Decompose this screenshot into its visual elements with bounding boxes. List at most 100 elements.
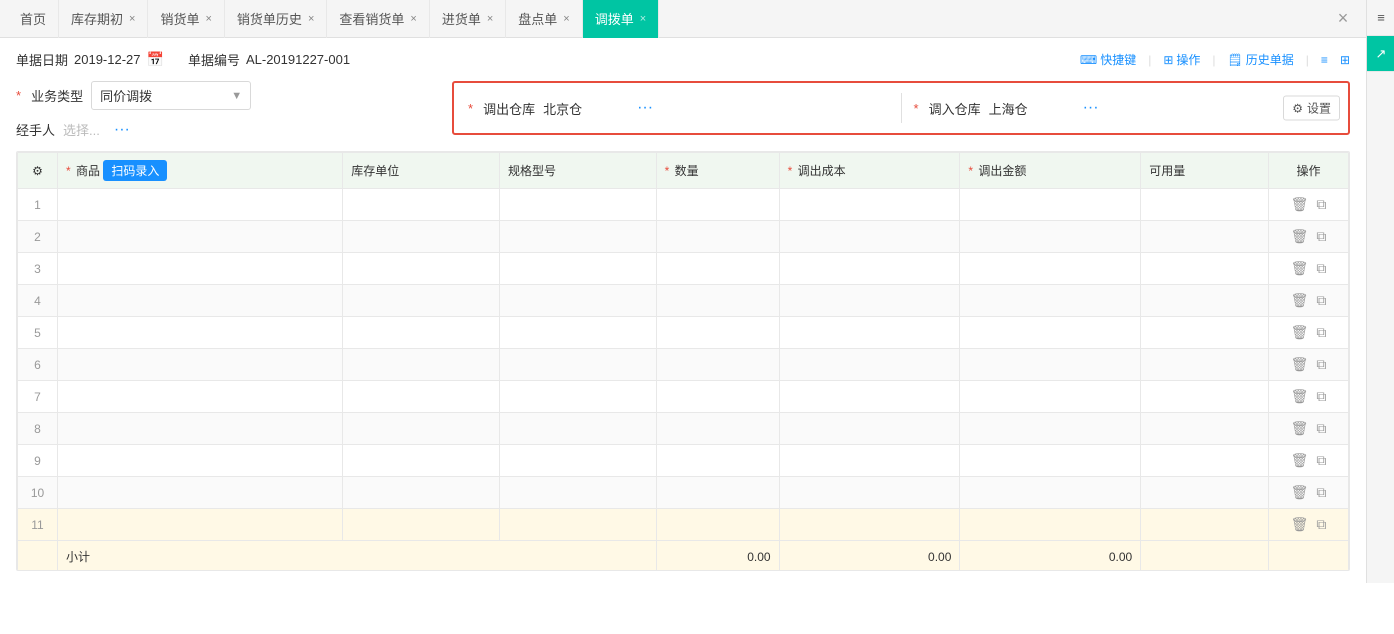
goods-cell-3[interactable] <box>58 253 343 285</box>
col-gear[interactable]: ⚙ <box>18 153 58 189</box>
goods-cell-10[interactable] <box>58 477 343 509</box>
person-placeholder[interactable]: 选择... <box>63 120 100 139</box>
cost-cell-10[interactable] <box>779 477 960 509</box>
tab-transfer[interactable]: 调拨单 × <box>583 0 659 38</box>
delete-btn-5[interactable]: 🗑 <box>1289 322 1311 343</box>
goods-cell-9[interactable] <box>58 445 343 477</box>
settings-button[interactable]: ⚙ 设置 <box>1283 96 1340 121</box>
unit-cell-1[interactable] <box>343 189 500 221</box>
side-panel-list-btn[interactable]: ≡ <box>1367 0 1394 36</box>
copy-btn-3[interactable]: ⧉ <box>1314 258 1328 279</box>
delete-btn-4[interactable]: 🗑 <box>1289 290 1311 311</box>
amount-cell-4[interactable] <box>960 285 1141 317</box>
shortcuts-action[interactable]: ⌨ 快捷键 <box>1080 51 1136 68</box>
layout-icon-1[interactable]: ≡ <box>1321 53 1328 67</box>
delete-btn-8[interactable]: 🗑 <box>1289 418 1311 439</box>
spec-cell-5[interactable] <box>499 317 656 349</box>
qty-cell-6[interactable] <box>656 349 779 381</box>
tab-inventory-close[interactable]: × <box>563 13 569 25</box>
spec-cell-9[interactable] <box>499 445 656 477</box>
qty-cell-9[interactable] <box>656 445 779 477</box>
cost-cell-3[interactable] <box>779 253 960 285</box>
tab-sales-history[interactable]: 销货单历史 × <box>225 0 327 38</box>
goods-cell-2[interactable] <box>58 221 343 253</box>
spec-cell-8[interactable] <box>499 413 656 445</box>
unit-cell-3[interactable] <box>343 253 500 285</box>
cost-cell-1[interactable] <box>779 189 960 221</box>
delete-btn-1[interactable]: 🗑 <box>1289 194 1311 215</box>
qty-cell-4[interactable] <box>656 285 779 317</box>
goods-cell-4[interactable] <box>58 285 343 317</box>
tab-inventory[interactable]: 盘点单 × <box>506 0 582 38</box>
tab-view-sales[interactable]: 查看销货单 × <box>327 0 429 38</box>
qty-cell-10[interactable] <box>656 477 779 509</box>
copy-btn-7[interactable]: ⧉ <box>1314 386 1328 407</box>
amount-cell-5[interactable] <box>960 317 1141 349</box>
cost-cell-9[interactable] <box>779 445 960 477</box>
history-action[interactable]: 🗒 历史单据 <box>1228 51 1294 68</box>
spec-cell-7[interactable] <box>499 381 656 413</box>
unit-cell-8[interactable] <box>343 413 500 445</box>
copy-btn-2[interactable]: ⧉ <box>1314 226 1328 247</box>
unit-cell-10[interactable] <box>343 477 500 509</box>
spec-cell-4[interactable] <box>499 285 656 317</box>
spec-cell-10[interactable] <box>499 477 656 509</box>
unit-cell-2[interactable] <box>343 221 500 253</box>
copy-btn-9[interactable]: ⧉ <box>1314 450 1328 471</box>
cost-cell-5[interactable] <box>779 317 960 349</box>
calendar-icon[interactable]: 📅 <box>147 51 164 68</box>
business-type-select[interactable]: 同价调拨 ▼ <box>91 81 251 110</box>
spec-cell-1[interactable] <box>499 189 656 221</box>
spec-cell-3[interactable] <box>499 253 656 285</box>
unit-cell-9[interactable] <box>343 445 500 477</box>
tab-home[interactable]: 首页 <box>8 0 59 38</box>
tab-view-sales-close[interactable]: × <box>410 13 416 25</box>
cost-cell-7[interactable] <box>779 381 960 413</box>
spec-cell-6[interactable] <box>499 349 656 381</box>
qty-cell-1[interactable] <box>656 189 779 221</box>
warehouse-in-more-button[interactable]: ··· <box>1077 99 1105 117</box>
person-more-button[interactable]: ··· <box>108 121 136 139</box>
goods-cell-6[interactable] <box>58 349 343 381</box>
tab-sales-history-close[interactable]: × <box>308 13 314 25</box>
scan-button[interactable]: 扫码录入 <box>103 160 167 181</box>
delete-btn-6[interactable]: 🗑 <box>1289 354 1311 375</box>
amount-cell-10[interactable] <box>960 477 1141 509</box>
delete-btn-9[interactable]: 🗑 <box>1289 450 1311 471</box>
delete-btn-7[interactable]: 🗑 <box>1289 386 1311 407</box>
goods-cell-8[interactable] <box>58 413 343 445</box>
tab-sales-order[interactable]: 销货单 × <box>148 0 224 38</box>
copy-btn-5[interactable]: ⧉ <box>1314 322 1328 343</box>
qty-cell-2[interactable] <box>656 221 779 253</box>
delete-btn-2[interactable]: 🗑 <box>1289 226 1311 247</box>
side-panel-export-btn[interactable]: ↗ <box>1367 36 1394 72</box>
amount-cell-2[interactable] <box>960 221 1141 253</box>
copy-btn-1[interactable]: ⧉ <box>1314 194 1328 215</box>
tab-purchase-order[interactable]: 进货单 × <box>430 0 506 38</box>
goods-cell-1[interactable] <box>58 189 343 221</box>
cost-cell-4[interactable] <box>779 285 960 317</box>
copy-btn-10[interactable]: ⧉ <box>1314 482 1328 503</box>
copy-btn-11[interactable]: ⧉ <box>1314 514 1328 535</box>
cost-cell-8[interactable] <box>779 413 960 445</box>
tab-transfer-close[interactable]: × <box>640 13 646 25</box>
cost-cell-6[interactable] <box>779 349 960 381</box>
tab-bar-close-button[interactable]: × <box>1328 4 1358 34</box>
unit-cell-7[interactable] <box>343 381 500 413</box>
goods-cell-5[interactable] <box>58 317 343 349</box>
goods-cell-11[interactable] <box>58 509 343 541</box>
amount-cell-1[interactable] <box>960 189 1141 221</box>
goods-cell-7[interactable] <box>58 381 343 413</box>
cost-cell-2[interactable] <box>779 221 960 253</box>
qty-cell-7[interactable] <box>656 381 779 413</box>
tab-purchase-order-close[interactable]: × <box>487 13 493 25</box>
copy-btn-4[interactable]: ⧉ <box>1314 290 1328 311</box>
delete-btn-3[interactable]: 🗑 <box>1289 258 1311 279</box>
copy-btn-8[interactable]: ⧉ <box>1314 418 1328 439</box>
delete-btn-11[interactable]: 🗑 <box>1289 514 1311 535</box>
delete-btn-10[interactable]: 🗑 <box>1289 482 1311 503</box>
spec-cell-2[interactable] <box>499 221 656 253</box>
qty-cell-8[interactable] <box>656 413 779 445</box>
copy-btn-6[interactable]: ⧉ <box>1314 354 1328 375</box>
amount-cell-9[interactable] <box>960 445 1141 477</box>
